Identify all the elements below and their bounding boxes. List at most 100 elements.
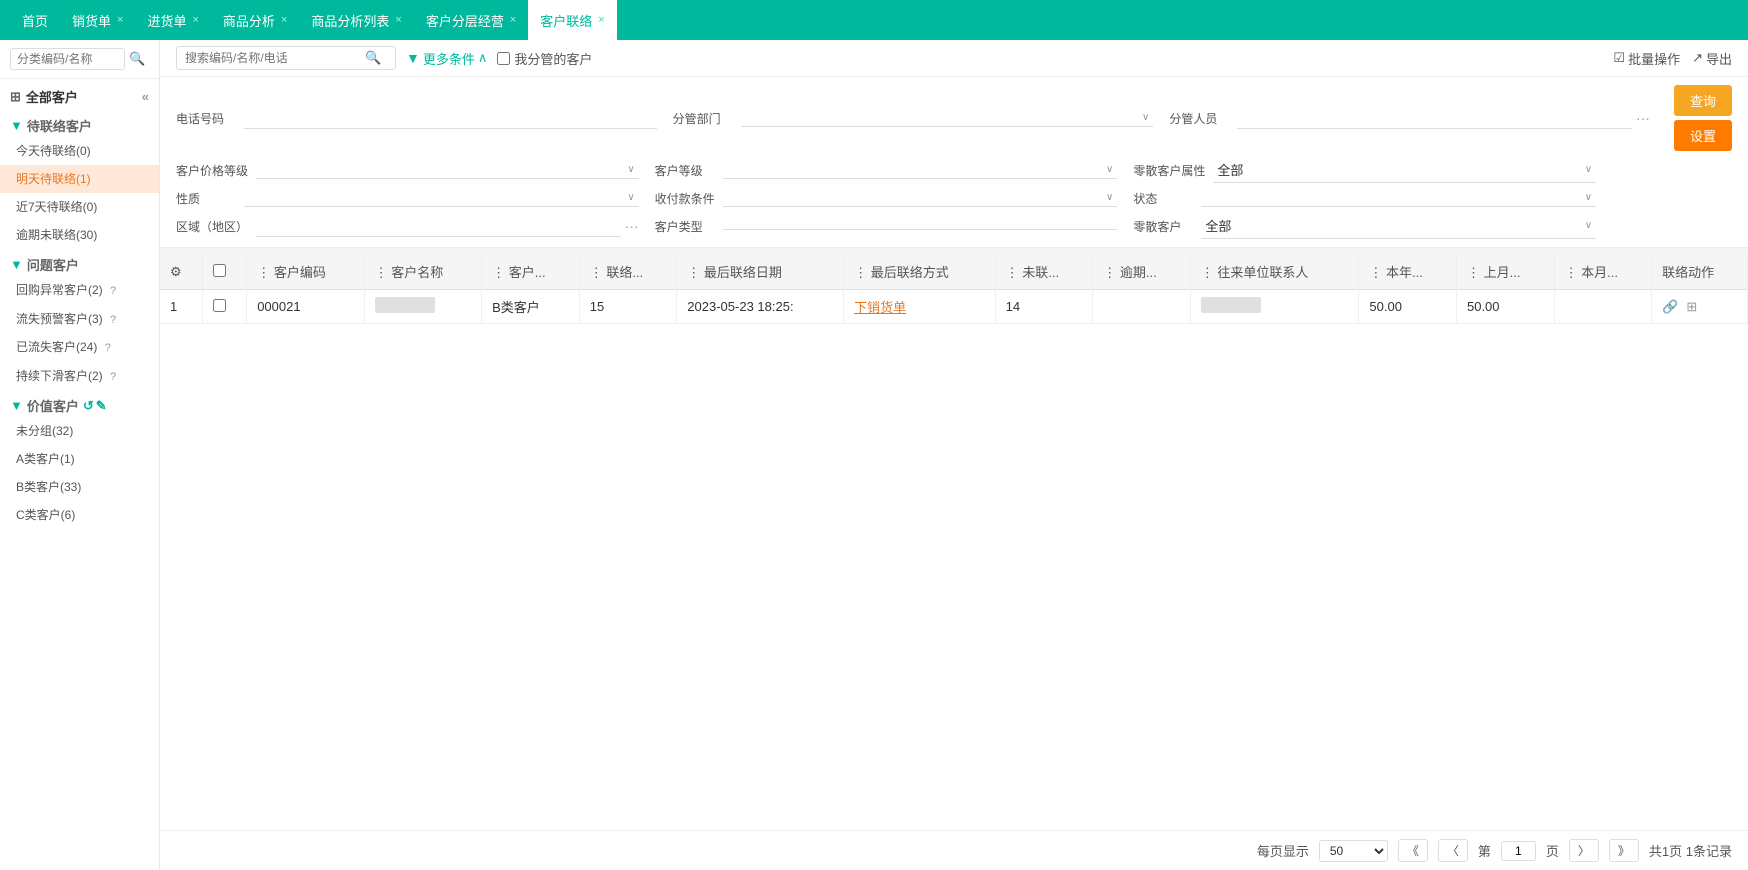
retail-customer-select[interactable]: 全部 ∨ bbox=[1201, 213, 1596, 239]
col-last-month-amount[interactable]: ⋮ 上月... bbox=[1456, 254, 1554, 290]
phone-input[interactable] bbox=[244, 108, 657, 129]
customer-type-select[interactable] bbox=[723, 223, 1118, 230]
query-btn[interactable]: 查询 bbox=[1674, 85, 1732, 116]
close-customer-tier-icon[interactable]: × bbox=[510, 14, 516, 26]
my-customers-checkbox[interactable]: 我分管的客户 bbox=[497, 49, 592, 68]
sidebar-item-declining[interactable]: 持续下滑客户(2) ? bbox=[0, 362, 159, 391]
sidebar-item-churned[interactable]: 已流失客户(24) ? bbox=[0, 333, 159, 362]
close-purchase-order-icon[interactable]: × bbox=[192, 14, 198, 26]
nav-purchase-order[interactable]: 进货单 × bbox=[135, 0, 210, 40]
filter-customer-type: 客户类型 bbox=[655, 218, 1118, 235]
close-sales-order-icon[interactable]: × bbox=[117, 14, 123, 26]
contact-method-link[interactable]: 下销货单 bbox=[854, 300, 906, 315]
search-input[interactable] bbox=[185, 51, 365, 65]
retail-attr-select[interactable]: 全部 ∨ bbox=[1213, 157, 1596, 183]
region-input[interactable] bbox=[256, 216, 621, 237]
page-size-select[interactable]: 50 100 200 bbox=[1319, 840, 1388, 862]
prev-page-btn[interactable]: 〈 bbox=[1438, 839, 1468, 862]
sidebar-item-ungroup[interactable]: 未分组(32) bbox=[0, 417, 159, 445]
nav-home[interactable]: 首页 bbox=[10, 0, 60, 40]
section-value-customers: ▼ 价值客户 ↺ ✎ bbox=[0, 390, 159, 417]
page-input[interactable] bbox=[1501, 841, 1536, 861]
col-action: 联络动作 bbox=[1652, 254, 1748, 290]
ellipsis-icon[interactable]: ··· bbox=[1636, 110, 1650, 126]
sidebar-item-tomorrow[interactable]: 明天待联络(1) bbox=[0, 165, 159, 193]
col-not-contacted[interactable]: ⋮ 未联... bbox=[995, 254, 1093, 290]
col-code[interactable]: ⋮ 客户编码 bbox=[247, 254, 364, 290]
first-page-btn[interactable]: 《 bbox=[1398, 839, 1428, 862]
status-select[interactable]: ∨ bbox=[1201, 189, 1596, 207]
nav-customer-tier[interactable]: 客户分层经营 × bbox=[414, 0, 528, 40]
chevron-down-icon5: ∨ bbox=[627, 192, 634, 203]
region-ellipsis-icon[interactable]: ··· bbox=[625, 218, 639, 234]
table-area: ⚙ ⋮ 客户编码 ⋮ 客户名称 ⋮ 客户... bbox=[160, 254, 1748, 830]
my-customers-check[interactable] bbox=[497, 52, 510, 65]
collapse-icon[interactable]: « bbox=[142, 89, 149, 104]
export-btn[interactable]: ↗ 导出 bbox=[1692, 49, 1732, 68]
col-checkbox[interactable] bbox=[202, 254, 247, 290]
col-contact-person[interactable]: ⋮ 往来单位联系人 bbox=[1190, 254, 1359, 290]
payment-select[interactable]: ∨ bbox=[723, 189, 1118, 207]
dept-select[interactable]: ∨ bbox=[741, 109, 1154, 127]
chevron-down-icon4: ∨ bbox=[1585, 164, 1592, 175]
sidebar-search-input[interactable] bbox=[10, 48, 125, 70]
next-page-btn[interactable]: 〉 bbox=[1569, 839, 1599, 862]
col-last-contact-method[interactable]: ⋮ 最后联络方式 bbox=[844, 254, 996, 290]
more-conditions-btn[interactable]: ▼ 更多条件 ∧ bbox=[406, 49, 487, 68]
nav-product-analysis-list[interactable]: 商品分析列表 × bbox=[299, 0, 413, 40]
sidebar-search-area: 🔍 bbox=[0, 40, 159, 79]
col-this-month-amount[interactable]: ⋮ 本月... bbox=[1554, 254, 1652, 290]
filter-row-4: 区域（地区） ··· 客户类型 零散客户 全部 ∨ bbox=[176, 213, 1732, 239]
nav-sales-order[interactable]: 销货单 × bbox=[60, 0, 135, 40]
reset-btn[interactable]: 设置 bbox=[1674, 120, 1732, 151]
close-product-analysis-list-icon[interactable]: × bbox=[395, 14, 401, 26]
sidebar-item-typeC[interactable]: C类客户(6) bbox=[0, 501, 159, 529]
action-icons: 🔗 ⊞ bbox=[1662, 299, 1737, 315]
search-box: 🔍 bbox=[176, 46, 396, 70]
all-customers-title[interactable]: ⊞ 全部客户 « bbox=[0, 79, 159, 110]
row-contact-person bbox=[1190, 290, 1359, 324]
select-all-checkbox[interactable] bbox=[213, 264, 226, 277]
sidebar-search-icon[interactable]: 🔍 bbox=[129, 51, 145, 67]
sidebar-item-churn-warning[interactable]: 流失预警客户(3) ? bbox=[0, 305, 159, 334]
col-name[interactable]: ⋮ 客户名称 bbox=[364, 254, 481, 290]
search-submit-icon[interactable]: 🔍 bbox=[365, 50, 381, 66]
nature-select[interactable]: ∨ bbox=[244, 189, 639, 207]
col-overdue[interactable]: ⋮ 逾期... bbox=[1093, 254, 1191, 290]
refresh-icon[interactable]: ↺ bbox=[83, 398, 94, 414]
price-grade-select[interactable]: ∨ bbox=[256, 161, 639, 179]
filter-price-grade: 客户价格等级 ∨ bbox=[176, 161, 639, 179]
action-link-icon[interactable]: 🔗 bbox=[1662, 299, 1678, 315]
row-year-amount: 50.00 bbox=[1359, 290, 1457, 324]
filter-row-3: 性质 ∨ 收付款条件 ∨ 状态 bbox=[176, 189, 1732, 207]
batch-op-btn[interactable]: ☑ 批量操作 bbox=[1613, 49, 1680, 68]
row-select-checkbox[interactable] bbox=[213, 299, 226, 312]
nav-customer-contact[interactable]: 客户联络 × bbox=[528, 0, 616, 40]
col-settings[interactable]: ⚙ bbox=[160, 254, 202, 290]
row-last-contact-method: 下销货单 bbox=[844, 290, 996, 324]
sidebar: 🔍 ⊞ 全部客户 « ▼ 待联络客户 今天待联络(0) 明天待联络(1) 近7天… bbox=[0, 40, 160, 870]
col-contacts[interactable]: ⋮ 联络... bbox=[579, 254, 677, 290]
col-year-amount[interactable]: ⋮ 本年... bbox=[1359, 254, 1457, 290]
col-last-contact-date[interactable]: ⋮ 最后联络日期 bbox=[677, 254, 844, 290]
row-action: 🔗 ⊞ bbox=[1652, 290, 1748, 324]
top-nav: 首页 销货单 × 进货单 × 商品分析 × 商品分析列表 × 客户分层经营 × … bbox=[0, 0, 1748, 40]
person-input[interactable] bbox=[1237, 108, 1632, 129]
close-product-analysis-icon[interactable]: × bbox=[281, 14, 287, 26]
col-type[interactable]: ⋮ 客户... bbox=[482, 254, 580, 290]
customer-grade-select[interactable]: ∨ bbox=[723, 161, 1118, 179]
close-customer-contact-icon[interactable]: × bbox=[598, 14, 604, 26]
settings-icon[interactable]: ⚙ bbox=[170, 264, 182, 279]
sidebar-item-overdue[interactable]: 逾期未联络(30) bbox=[0, 221, 159, 249]
last-page-btn[interactable]: 》 bbox=[1609, 839, 1639, 862]
sidebar-item-today[interactable]: 今天待联络(0) bbox=[0, 137, 159, 165]
row-checkbox[interactable] bbox=[202, 290, 247, 324]
edit-icon[interactable]: ✎ bbox=[96, 398, 107, 414]
sidebar-item-repurchase-abnormal[interactable]: 回购异常客户(2) ? bbox=[0, 276, 159, 305]
chevron-down-icon7: ∨ bbox=[1585, 192, 1592, 203]
sidebar-item-typeA[interactable]: A类客户(1) bbox=[0, 445, 159, 473]
sidebar-item-typeB[interactable]: B类客户(33) bbox=[0, 473, 159, 501]
action-qr-icon[interactable]: ⊞ bbox=[1686, 299, 1697, 315]
nav-product-analysis[interactable]: 商品分析 × bbox=[211, 0, 299, 40]
sidebar-item-7days[interactable]: 近7天待联络(0) bbox=[0, 193, 159, 221]
